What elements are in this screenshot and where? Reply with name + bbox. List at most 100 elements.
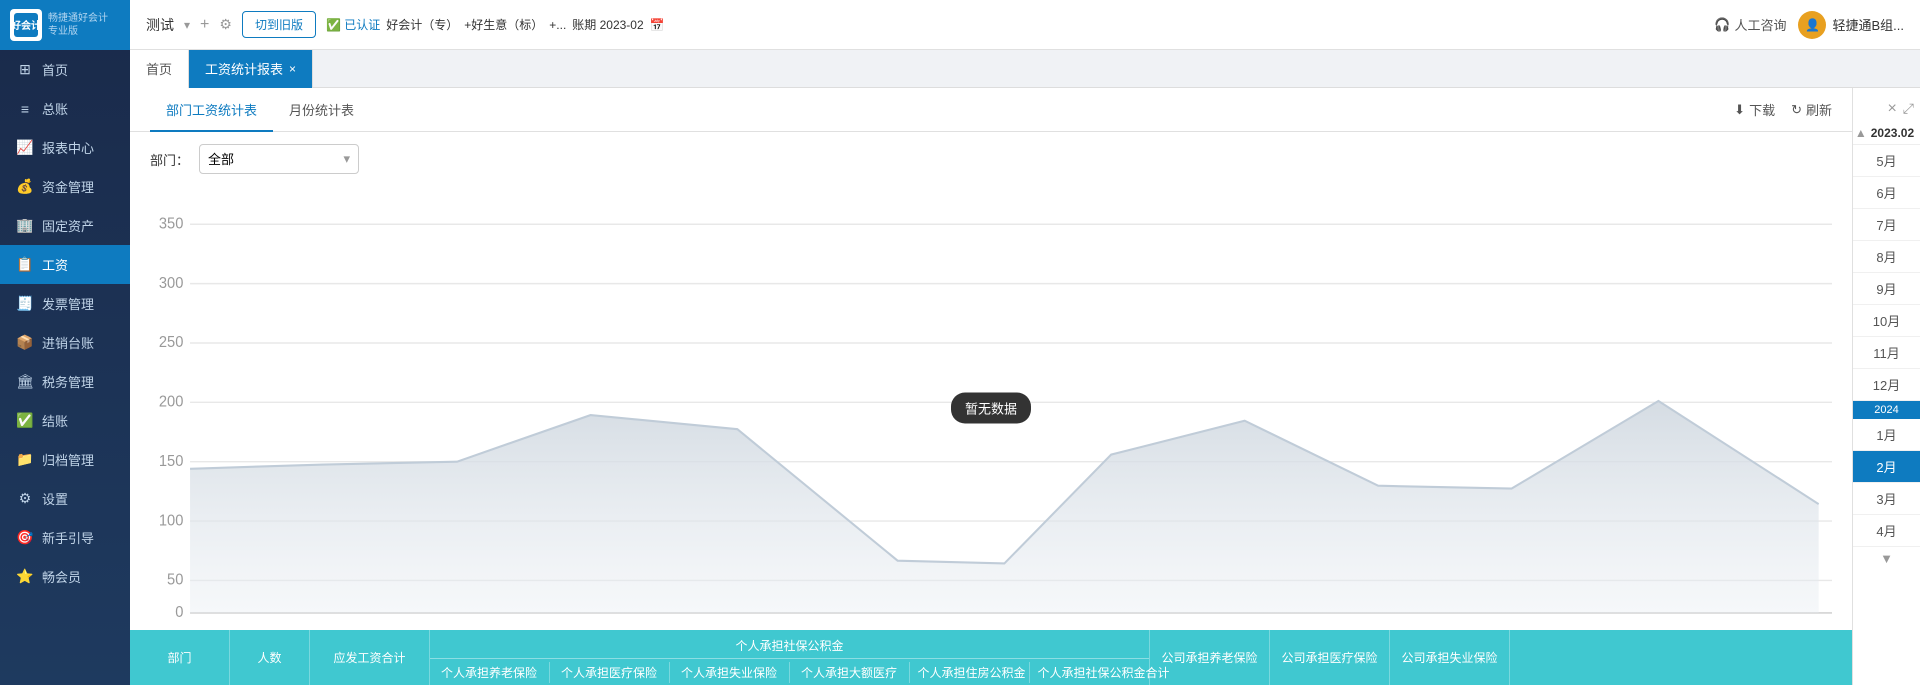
calendar-icon[interactable]: 📅: [650, 18, 665, 32]
status-good-account: 好会计（专）: [386, 16, 458, 33]
logo-icon: 好会计: [10, 9, 42, 41]
sidebar-item-invoice[interactable]: 🧾 发票管理: [0, 284, 130, 323]
download-btn[interactable]: ⬇ 下载: [1734, 100, 1775, 119]
sub-tab-dept[interactable]: 部门工资统计表: [150, 88, 273, 132]
date-panel-close-btn[interactable]: ×: [1887, 100, 1896, 118]
chart-svg: 350 300 250 200 150 100 50 0: [150, 196, 1832, 620]
month-label: 4月: [1876, 524, 1896, 539]
dept-select[interactable]: 全部: [208, 152, 343, 167]
svg-text:350: 350: [159, 215, 183, 232]
svg-text:250: 250: [159, 334, 183, 351]
month-2023-7[interactable]: 7月: [1853, 209, 1920, 241]
sidebar-item-tax[interactable]: 🏛 税务管理: [0, 362, 130, 401]
month-2024-3[interactable]: 3月: [1853, 483, 1920, 515]
tab-salary-report[interactable]: 工资统计报表 ×: [189, 50, 313, 88]
help-label: 人工咨询: [1734, 15, 1786, 34]
sidebar-item-member[interactable]: ⭐ 畅会员: [0, 557, 130, 596]
refresh-icon: ↻: [1791, 102, 1802, 118]
logo-text: 畅捷通好会计 专业版: [48, 12, 108, 38]
month-label: 7月: [1876, 218, 1896, 233]
logo-sub-text: 专业版: [48, 25, 108, 38]
sidebar-item-ledger[interactable]: ≡ 总账: [0, 89, 130, 128]
tab-home-label: 首页: [146, 59, 172, 78]
tab-home[interactable]: 首页: [130, 50, 189, 88]
assets-icon: 🏢: [16, 217, 34, 234]
sidebar-item-settle[interactable]: ✅ 结账: [0, 401, 130, 440]
month-2023-12[interactable]: 12月: [1853, 369, 1920, 401]
sidebar-item-salary[interactable]: 📋 工资: [0, 245, 130, 284]
th-personal-1: 个人承担医疗保险: [550, 662, 670, 683]
month-label: 12月: [1873, 378, 1900, 393]
year-2024-badge[interactable]: 2024: [1853, 401, 1920, 419]
svg-text:300: 300: [159, 275, 183, 292]
month-2024-1[interactable]: 1月: [1853, 419, 1920, 451]
invoice-icon: 🧾: [16, 295, 34, 312]
sidebar-logo: 好会计 畅捷通好会计 专业版: [0, 0, 130, 50]
date-panel-expand-btn[interactable]: ⤢: [1903, 100, 1914, 118]
dept-select-wrapper[interactable]: 全部 ▾: [199, 144, 359, 174]
nav-up-icon[interactable]: ▲: [1855, 126, 1867, 140]
th-company-1: 公司承担医疗保险: [1270, 630, 1390, 685]
month-2023-5[interactable]: 5月: [1853, 145, 1920, 177]
sidebar-item-label: 首页: [42, 60, 68, 79]
year-2023-section: 5月 6月 7月 8月 9月 10月 11月: [1853, 145, 1920, 401]
user-menu[interactable]: 👤 轻捷通B组...: [1798, 11, 1904, 39]
reports-icon: 📈: [16, 139, 34, 156]
refresh-label: 刷新: [1806, 100, 1832, 119]
month-label: 10月: [1873, 314, 1900, 329]
month-2023-9[interactable]: 9月: [1853, 273, 1920, 305]
sub-tab-month[interactable]: 月份统计表: [273, 88, 370, 132]
select-arrow-icon: ▾: [343, 151, 350, 167]
sub-tabs-right: ⬇ 下载 ↻ 刷新: [1734, 100, 1832, 119]
settings-icon: ⚙: [16, 490, 34, 507]
filter-label: 部门：: [150, 150, 189, 169]
topbar: 测试 ▾ + ⚙ 切到旧版 ✅ 已认证 好会计（专） +好生意（标） +... …: [130, 0, 1920, 50]
sidebar-item-fund[interactable]: 💰 资金管理: [0, 167, 130, 206]
sidebar-item-settings[interactable]: ⚙ 设置: [0, 479, 130, 518]
content-area: 部门工资统计表 月份统计表 ⬇ 下载 ↻ 刷新: [130, 88, 1920, 685]
month-2024-4[interactable]: 4月: [1853, 515, 1920, 547]
settle-icon: ✅: [16, 412, 34, 429]
month-2023-8[interactable]: 8月: [1853, 241, 1920, 273]
tabs-row: 首页 工资统计报表 ×: [130, 50, 1920, 88]
help-btn[interactable]: 🎧 人工咨询: [1714, 15, 1786, 34]
sidebar-item-label: 资金管理: [42, 177, 94, 196]
sidebar-item-reports[interactable]: 📈 报表中心: [0, 128, 130, 167]
sidebar-item-assets[interactable]: 🏢 固定资产: [0, 206, 130, 245]
sub-tabs-left: 部门工资统计表 月份统计表: [150, 88, 370, 131]
sub-tab-month-label: 月份统计表: [289, 100, 354, 119]
ledger-icon: ≡: [16, 101, 34, 117]
sidebar-item-label: 发票管理: [42, 294, 94, 313]
th-dept-label: 部门: [167, 649, 191, 666]
current-year-display: ▲ 2023.02: [1853, 122, 1920, 145]
th-people-label: 人数: [257, 649, 281, 666]
sidebar-item-guide[interactable]: 🎯 新手引导: [0, 518, 130, 557]
switch-btn[interactable]: 切到旧版: [242, 11, 316, 38]
sidebar-item-sales[interactable]: 📦 进销台账: [0, 323, 130, 362]
sidebar-item-archive[interactable]: 📁 归档管理: [0, 440, 130, 479]
status-good-biz: +好生意（标）: [464, 16, 543, 33]
download-icon: ⬇: [1734, 102, 1745, 118]
svg-text:0: 0: [175, 604, 183, 620]
th-personal-cols: 个人承担养老保险 个人承担医疗保险 个人承担失业保险 个人承担大额医疗 个人承担…: [430, 662, 1150, 683]
sidebar-item-label: 进销台账: [42, 333, 94, 352]
topbar-plus-icon[interactable]: +: [200, 16, 209, 34]
month-2024-2[interactable]: 2月: [1853, 451, 1920, 483]
month-2023-10[interactable]: 10月: [1853, 305, 1920, 337]
month-2023-6[interactable]: 6月: [1853, 177, 1920, 209]
topbar-gear-icon[interactable]: ⚙: [219, 16, 232, 33]
topbar-right: 🎧 人工咨询 👤 轻捷通B组...: [1714, 11, 1904, 39]
month-2023-11[interactable]: 11月: [1853, 337, 1920, 369]
avatar: 👤: [1798, 11, 1826, 39]
sidebar-item-home[interactable]: ⊞ 首页: [0, 50, 130, 89]
member-icon: ⭐: [16, 568, 34, 585]
th-company-0: 公司承担养老保险: [1150, 630, 1270, 685]
status-more: +...: [549, 18, 566, 32]
main-panel: 部门工资统计表 月份统计表 ⬇ 下载 ↻ 刷新: [130, 88, 1852, 685]
refresh-btn[interactable]: ↻ 刷新: [1791, 100, 1832, 119]
sub-tabs: 部门工资统计表 月份统计表 ⬇ 下载 ↻ 刷新: [130, 88, 1852, 132]
month-label: 3月: [1876, 492, 1896, 507]
month-label: 11月: [1873, 346, 1900, 361]
tab-close-icon[interactable]: ×: [289, 62, 296, 76]
date-nav-down[interactable]: ▼: [1876, 547, 1897, 570]
